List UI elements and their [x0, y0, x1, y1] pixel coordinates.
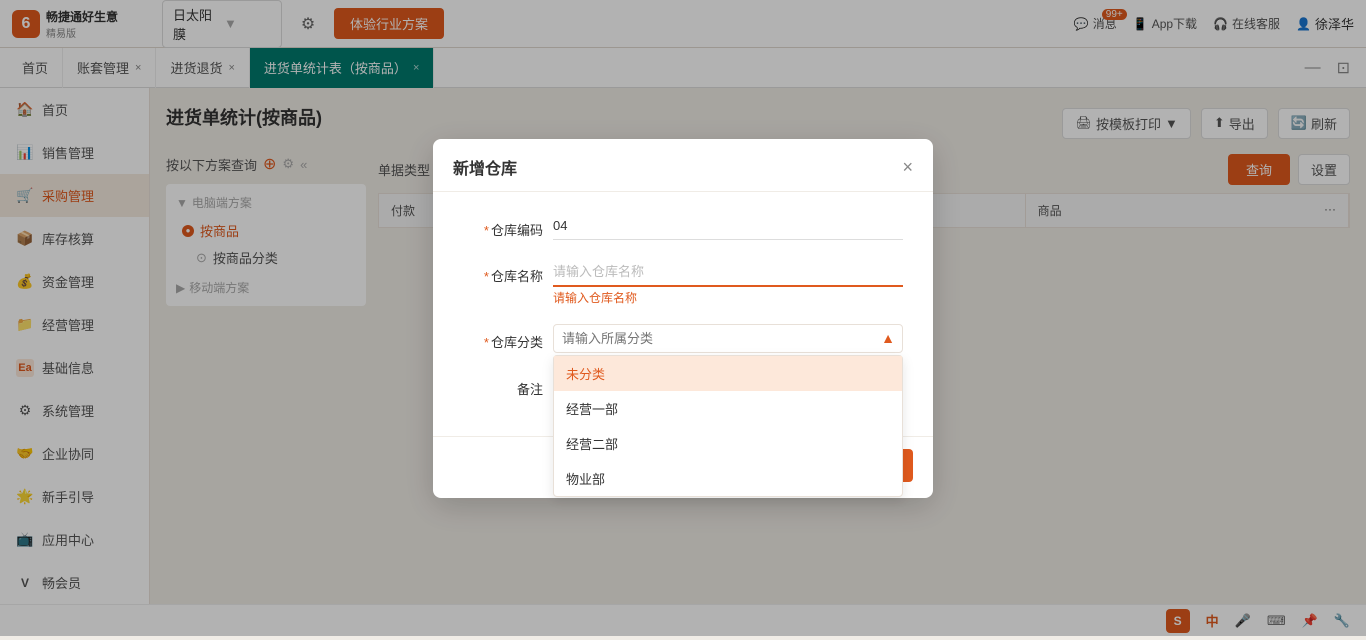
warehouse-code-field	[553, 212, 903, 240]
dropdown-item-dept2[interactable]: 经营二部	[554, 426, 902, 461]
dialog-header: 新增仓库 ×	[433, 139, 933, 192]
warehouse-category-label: *仓库分类	[463, 324, 543, 351]
form-row-category: *仓库分类 ▲ 未分类 经营一部 经营二部 物业部	[463, 324, 903, 353]
warehouse-name-field: 请输入仓库名称	[553, 258, 903, 306]
dialog-body: *仓库编码 *仓库名称 请输入仓库名称 *仓库分类	[433, 192, 933, 436]
notes-label: 备注	[463, 371, 543, 398]
dropdown-item-dept1[interactable]: 经营一部	[554, 391, 902, 426]
warehouse-code-label: *仓库编码	[463, 212, 543, 239]
warehouse-code-input[interactable]	[553, 212, 903, 240]
dropdown-item-uncategorized[interactable]: 未分类	[554, 356, 902, 391]
category-select-wrapper: ▲	[553, 324, 903, 353]
form-row-code: *仓库编码	[463, 212, 903, 240]
warehouse-category-field: ▲ 未分类 经营一部 经营二部 物业部	[553, 324, 903, 353]
warehouse-name-label: *仓库名称	[463, 258, 543, 285]
form-row-name: *仓库名称 请输入仓库名称	[463, 258, 903, 306]
category-dropdown: 未分类 经营一部 经营二部 物业部	[553, 355, 903, 497]
dialog-title: 新增仓库	[453, 155, 517, 179]
dropdown-item-property[interactable]: 物业部	[554, 461, 902, 496]
category-input[interactable]	[553, 324, 903, 353]
warehouse-name-input[interactable]	[553, 258, 903, 287]
dialog-new-warehouse: 新增仓库 × *仓库编码 *仓库名称 请输入仓库名称	[433, 139, 933, 498]
warehouse-name-error: 请输入仓库名称	[553, 289, 903, 306]
overlay[interactable]: 新增仓库 × *仓库编码 *仓库名称 请输入仓库名称	[0, 0, 1366, 636]
dialog-close-button[interactable]: ×	[902, 158, 913, 176]
